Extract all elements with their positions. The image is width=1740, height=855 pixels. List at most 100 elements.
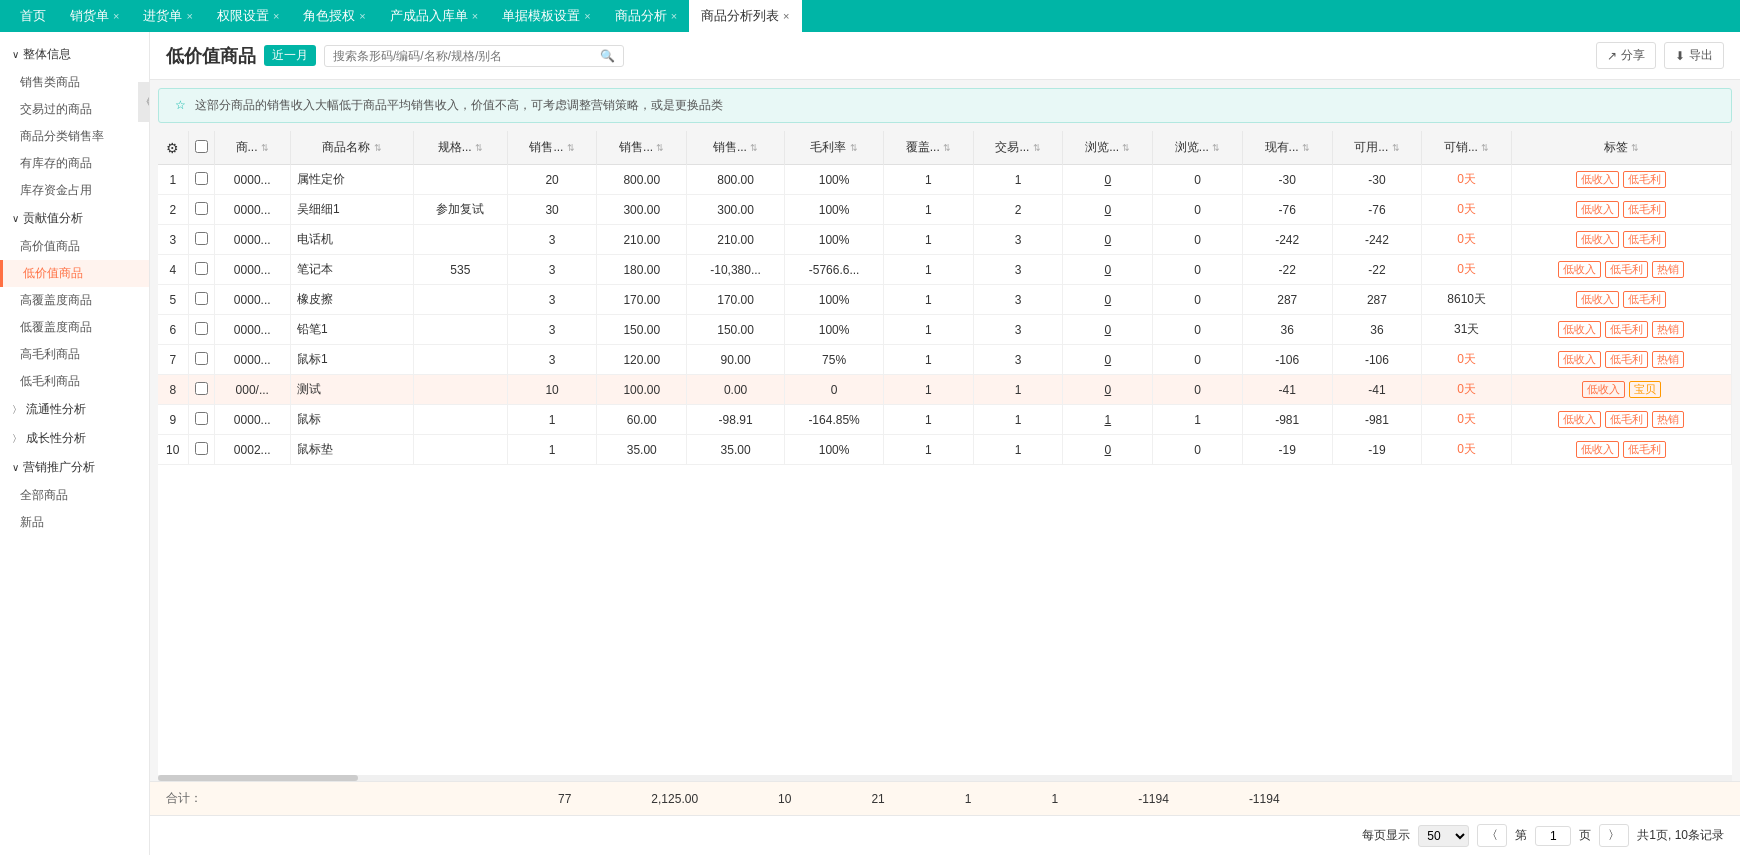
row-checkbox[interactable]	[195, 292, 208, 305]
browse-link[interactable]: 0	[1104, 443, 1111, 457]
browse-link[interactable]: 0	[1104, 203, 1111, 217]
close-icon[interactable]: ×	[472, 10, 478, 22]
close-icon[interactable]: ×	[186, 10, 192, 22]
row-browse1[interactable]: 0	[1063, 285, 1153, 315]
row-checkbox[interactable]	[195, 352, 208, 365]
sidebar-item-high-coverage[interactable]: 高覆盖度商品	[0, 287, 149, 314]
search-input[interactable]	[333, 49, 596, 63]
current-page-input[interactable]	[1535, 826, 1571, 846]
nav-item-roles[interactable]: 角色授权 ×	[291, 0, 377, 32]
close-icon[interactable]: ×	[113, 10, 119, 22]
browse-link[interactable]: 0	[1104, 233, 1111, 247]
table-wrapper[interactable]: ⚙ 商... ⇅ 商品名称 ⇅ 规格... ⇅ 销售... ⇅ 销售... ⇅ …	[158, 131, 1732, 775]
th-name[interactable]: 商品名称 ⇅	[290, 131, 413, 165]
th-coverage[interactable]: 覆盖... ⇅	[884, 131, 974, 165]
browse-link[interactable]: 0	[1104, 293, 1111, 307]
sidebar-section-marketing[interactable]: ∨ 营销推广分析	[0, 453, 149, 482]
sidebar-item-stocked-products[interactable]: 有库存的商品	[0, 150, 149, 177]
row-checkbox[interactable]	[195, 412, 208, 425]
row-browse1[interactable]: 0	[1063, 255, 1153, 285]
close-icon[interactable]: ×	[359, 10, 365, 22]
browse-link[interactable]: 0	[1104, 323, 1111, 337]
th-avail[interactable]: 可用... ⇅	[1332, 131, 1422, 165]
sidebar-item-low-value[interactable]: 低价值商品	[0, 260, 149, 287]
row-browse1[interactable]: 0	[1063, 195, 1153, 225]
sidebar-collapse-button[interactable]: 《	[138, 82, 150, 122]
row-checkbox[interactable]	[195, 442, 208, 455]
th-saleable[interactable]: 可销... ⇅	[1422, 131, 1512, 165]
sidebar-item-stock-capital[interactable]: 库存资金占用	[0, 177, 149, 204]
row-checkbox-cell[interactable]	[188, 195, 214, 225]
row-checkbox[interactable]	[195, 382, 208, 395]
th-code[interactable]: 商... ⇅	[214, 131, 290, 165]
row-browse1[interactable]: 0	[1063, 225, 1153, 255]
settings-icon[interactable]: ⚙	[166, 140, 179, 156]
row-browse1[interactable]: 0	[1063, 435, 1153, 465]
close-icon[interactable]: ×	[273, 10, 279, 22]
nav-item-home[interactable]: 首页	[8, 0, 58, 32]
row-checkbox-cell[interactable]	[188, 345, 214, 375]
row-checkbox[interactable]	[195, 262, 208, 275]
browse-link[interactable]: 0	[1104, 263, 1111, 277]
row-checkbox[interactable]	[195, 322, 208, 335]
row-checkbox[interactable]	[195, 232, 208, 245]
row-browse1[interactable]: 0	[1063, 375, 1153, 405]
search-icon[interactable]: 🔍	[600, 49, 615, 63]
sidebar-section-growth[interactable]: 〉 成长性分析	[0, 424, 149, 453]
row-browse1[interactable]: 1	[1063, 405, 1153, 435]
sidebar-item-new-products[interactable]: 新品	[0, 509, 149, 536]
th-browse2[interactable]: 浏览... ⇅	[1153, 131, 1243, 165]
nav-item-purchase[interactable]: 进货单 ×	[131, 0, 204, 32]
row-browse1[interactable]: 0	[1063, 345, 1153, 375]
sidebar-section-overall[interactable]: ∨ 整体信息	[0, 40, 149, 69]
sidebar-item-high-margin[interactable]: 高毛利商品	[0, 341, 149, 368]
row-checkbox-cell[interactable]	[188, 375, 214, 405]
sidebar-item-low-coverage[interactable]: 低覆盖度商品	[0, 314, 149, 341]
browse-link[interactable]: 0	[1104, 353, 1111, 367]
sidebar-item-category-sales[interactable]: 商品分类销售率	[0, 123, 149, 150]
sidebar-section-contribution[interactable]: ∨ 贡献值分析	[0, 204, 149, 233]
row-checkbox[interactable]	[195, 202, 208, 215]
th-settings[interactable]: ⚙	[158, 131, 188, 165]
row-checkbox-cell[interactable]	[188, 435, 214, 465]
nav-item-sales[interactable]: 销货单 ×	[58, 0, 131, 32]
row-browse1[interactable]: 0	[1063, 165, 1153, 195]
row-checkbox[interactable]	[195, 172, 208, 185]
sidebar-item-all-products[interactable]: 全部商品	[0, 482, 149, 509]
nav-item-permissions[interactable]: 权限设置 ×	[205, 0, 291, 32]
browse-link[interactable]: 0	[1104, 383, 1111, 397]
browse-link[interactable]: 0	[1104, 173, 1111, 187]
row-checkbox-cell[interactable]	[188, 285, 214, 315]
sidebar-item-low-margin[interactable]: 低毛利商品	[0, 368, 149, 395]
th-stock[interactable]: 现有... ⇅	[1242, 131, 1332, 165]
search-box[interactable]: 🔍	[324, 45, 624, 67]
row-checkbox-cell[interactable]	[188, 315, 214, 345]
th-tags[interactable]: 标签 ⇅	[1511, 131, 1731, 165]
th-sales2[interactable]: 销售... ⇅	[597, 131, 687, 165]
nav-item-analysis-list[interactable]: 商品分析列表 ×	[689, 0, 801, 32]
row-checkbox-cell[interactable]	[188, 405, 214, 435]
per-page-select[interactable]: 50 100 200	[1418, 825, 1469, 847]
browse-link[interactable]: 1	[1104, 413, 1111, 427]
sidebar-item-sales-products[interactable]: 销售类商品	[0, 69, 149, 96]
close-icon[interactable]: ×	[783, 10, 789, 22]
row-checkbox-cell[interactable]	[188, 225, 214, 255]
next-page-button[interactable]: 〉	[1599, 824, 1629, 847]
th-profit[interactable]: 毛利率 ⇅	[785, 131, 884, 165]
close-icon[interactable]: ×	[584, 10, 590, 22]
row-checkbox-cell[interactable]	[188, 255, 214, 285]
nav-item-production[interactable]: 产成品入库单 ×	[378, 0, 490, 32]
th-browse1[interactable]: 浏览... ⇅	[1063, 131, 1153, 165]
prev-page-button[interactable]: 〈	[1477, 824, 1507, 847]
nav-item-template[interactable]: 单据模板设置 ×	[490, 0, 602, 32]
export-button[interactable]: ⬇ 导出	[1664, 42, 1724, 69]
sidebar-section-circulation[interactable]: 〉 流通性分析	[0, 395, 149, 424]
close-icon[interactable]: ×	[671, 10, 677, 22]
th-sales3[interactable]: 销售... ⇅	[687, 131, 785, 165]
select-all-checkbox[interactable]	[195, 140, 208, 153]
nav-item-analysis[interactable]: 商品分析 ×	[603, 0, 689, 32]
row-checkbox-cell[interactable]	[188, 165, 214, 195]
period-tag-button[interactable]: 近一月	[264, 45, 316, 66]
sidebar-item-traded-products[interactable]: 交易过的商品	[0, 96, 149, 123]
sidebar-item-high-value[interactable]: 高价值商品	[0, 233, 149, 260]
